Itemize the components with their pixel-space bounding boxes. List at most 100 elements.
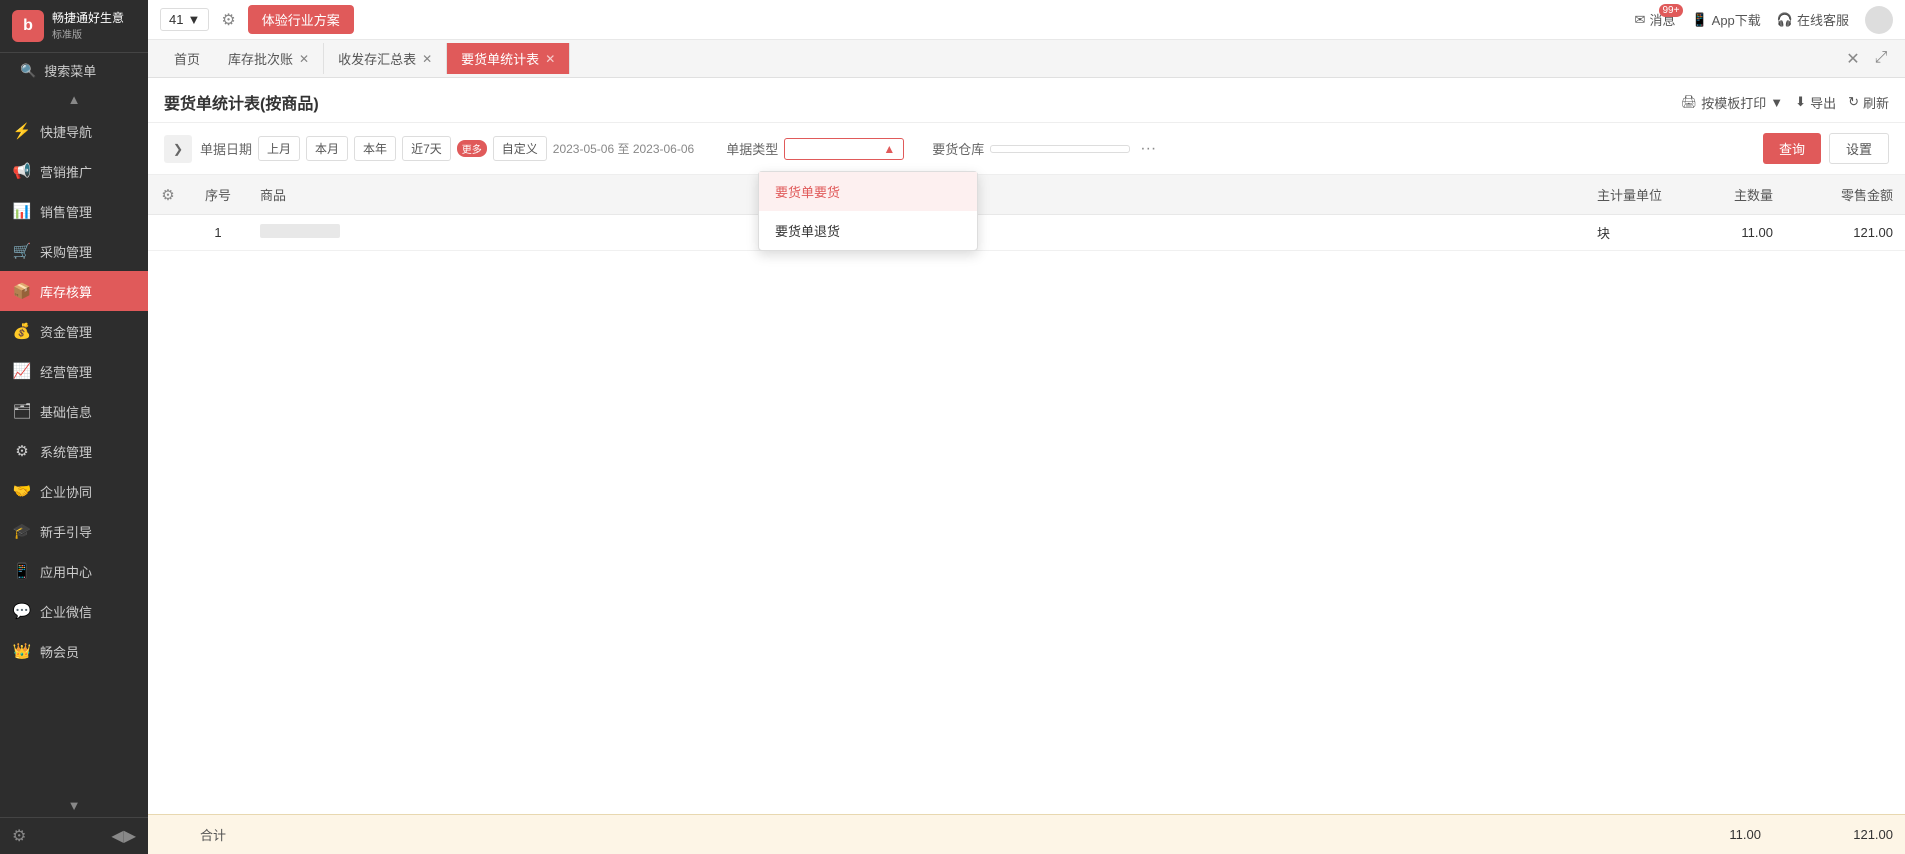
date-btn-this-month[interactable]: 本月 (306, 136, 348, 161)
collapse-icon[interactable]: ◀▶ (111, 826, 136, 846)
coop-icon: 🤝 (12, 481, 32, 501)
type-filter-label: 单据类型 (726, 139, 778, 158)
date-range-display: 2023-05-06 至 2023-06-06 (553, 140, 694, 157)
sidebar-item-operation[interactable]: 📈 经营管理 (0, 351, 148, 391)
settings-gear-icon[interactable]: ⚙ (12, 826, 26, 846)
sidebar-item-marketing[interactable]: 📢 营销推广 (0, 151, 148, 191)
date-btn-7days[interactable]: 近7天 (402, 136, 451, 161)
tab-close-order-stat[interactable]: ✕ (545, 52, 555, 66)
page-title: 要货单统计表(按商品) (164, 90, 319, 114)
download-icon: 📱 (1691, 12, 1707, 28)
footer-label: 合计 (160, 825, 226, 844)
chevron-down-icon: ▼ (187, 12, 200, 27)
refresh-btn[interactable]: ↻ 刷新 (1848, 93, 1889, 112)
dropdown-item-order-return[interactable]: 要货单退货 (759, 211, 977, 250)
sidebar-search[interactable]: 🔍 搜索菜单 (0, 53, 148, 88)
app-icon: 📱 (12, 561, 32, 581)
refresh-icon: ↻ (1848, 94, 1859, 110)
data-table-wrapper: ⚙ 序号 商品 主计量单位 主数量 零售金额 1 (148, 175, 1905, 814)
print-icon: 🖨 (1681, 94, 1698, 110)
member-icon: 👑 (12, 641, 32, 661)
sidebar-item-guide[interactable]: 🎓 新手引导 (0, 511, 148, 551)
type-select[interactable]: ▲ (784, 138, 904, 160)
filter-collapse-btn[interactable]: ❯ (164, 135, 192, 163)
settings-filter-btn[interactable]: 设置 (1829, 133, 1889, 164)
guide-icon: 🎓 (12, 521, 32, 541)
expand-window-btn[interactable]: ⤢ (1869, 49, 1893, 69)
sidebar-item-wechat[interactable]: 💬 企业微信 (0, 591, 148, 631)
tab-order-stat[interactable]: 要货单统计表 ✕ (447, 43, 570, 74)
service-icon: 🎧 (1777, 12, 1793, 28)
filter-more-icon[interactable]: ··· (1140, 140, 1156, 158)
dropdown-item-order-goods[interactable]: 要货单要货 (759, 172, 977, 211)
th-unit: 主计量单位 (1585, 175, 1685, 215)
message-btn[interactable]: ✉ 消息 99+ (1635, 10, 1676, 29)
tab-home[interactable]: 首页 (160, 43, 214, 74)
tab-close-inventory-batch[interactable]: ✕ (299, 52, 309, 66)
warehouse-select[interactable] (990, 145, 1130, 153)
page-header-actions: 🖨 按模板打印 ▼ ⬇ 导出 ↻ 刷新 (1681, 93, 1889, 112)
sidebar-item-finance[interactable]: 💰 资金管理 (0, 311, 148, 351)
industry-btn[interactable]: 体验行业方案 (248, 5, 354, 34)
table-settings-icon[interactable]: ⚙ (161, 187, 174, 204)
sidebar: b 畅捷通好生意 标准版 🔍 搜索菜单 ▲ ⚡ 快捷导航 📢 营销推广 📊 销售… (0, 0, 148, 854)
collapse-arrow-icon: ❯ (173, 142, 183, 156)
export-icon: ⬇ (1795, 94, 1806, 110)
type-select-arrow-icon: ▲ (883, 142, 895, 156)
user-avatar[interactable] (1865, 6, 1893, 34)
page-content: 要货单统计表(按商品) 🖨 按模板打印 ▼ ⬇ 导出 ↻ 刷新 (148, 78, 1905, 854)
sidebar-nav: ⚡ 快捷导航 📢 营销推广 📊 销售管理 🛒 采购管理 📦 库存核算 💰 资金管… (0, 111, 148, 794)
marketing-icon: 📢 (12, 161, 32, 181)
warehouse-filter-label: 要货仓库 (932, 139, 984, 158)
th-qty: 主数量 (1685, 175, 1785, 215)
message-icon: ✉ (1635, 12, 1646, 28)
online-service-btn[interactable]: 🎧 在线客服 (1777, 10, 1849, 29)
table-footer: 合计 11.00 121.00 (148, 814, 1905, 854)
branch-selector[interactable]: 41 ▼ (160, 8, 209, 31)
tab-close-receive-summary[interactable]: ✕ (422, 52, 432, 66)
tab-receive-summary[interactable]: 收发存汇总表 ✕ (324, 43, 447, 74)
app-download-btn[interactable]: 📱 App下载 (1691, 10, 1760, 29)
td-amount: 121.00 (1785, 215, 1905, 251)
sidebar-scroll-up[interactable]: ▲ (0, 88, 148, 111)
sidebar-item-shortcut[interactable]: ⚡ 快捷导航 (0, 111, 148, 151)
td-num: 1 (188, 215, 248, 251)
topbar-gear-icon[interactable]: ⚙ (221, 10, 235, 30)
sales-icon: 📊 (12, 201, 32, 221)
date-btn-this-year[interactable]: 本年 (354, 136, 396, 161)
th-settings: ⚙ (148, 175, 188, 215)
export-btn[interactable]: ⬇ 导出 (1795, 93, 1836, 112)
sidebar-bottom: ⚙ ◀▶ (0, 817, 148, 854)
date-btn-last-month[interactable]: 上月 (258, 136, 300, 161)
data-table: ⚙ 序号 商品 主计量单位 主数量 零售金额 1 (148, 175, 1905, 251)
sidebar-item-purchase[interactable]: 🛒 采购管理 (0, 231, 148, 271)
sidebar-item-sales[interactable]: 📊 销售管理 (0, 191, 148, 231)
sidebar-item-basic[interactable]: 🗂 基础信息 (0, 391, 148, 431)
td-unit: 块 (1585, 215, 1685, 251)
sidebar-item-inventory[interactable]: 📦 库存核算 (0, 271, 148, 311)
date-filter-label: 单据日期 (200, 139, 252, 158)
window-controls: ✕ ⤢ (1841, 49, 1893, 69)
td-qty: 11.00 (1685, 215, 1785, 251)
sidebar-item-coop[interactable]: 🤝 企业协同 (0, 471, 148, 511)
th-amount: 零售金额 (1785, 175, 1905, 215)
tab-bar: 首页 库存批次账 ✕ 收发存汇总表 ✕ 要货单统计表 ✕ ✕ ⤢ (148, 40, 1905, 78)
more-dates-badge[interactable]: 更多 (457, 140, 487, 157)
tab-inventory-batch[interactable]: 库存批次账 ✕ (214, 43, 324, 74)
table-header-row: ⚙ 序号 商品 主计量单位 主数量 零售金额 (148, 175, 1905, 215)
sidebar-item-system[interactable]: ⚙ 系统管理 (0, 431, 148, 471)
system-icon: ⚙ (12, 441, 32, 461)
close-window-btn[interactable]: ✕ (1841, 49, 1865, 69)
sidebar-item-member[interactable]: 👑 畅会员 (0, 631, 148, 671)
print-btn[interactable]: 🖨 按模板打印 ▼ (1681, 93, 1783, 112)
date-btn-custom[interactable]: 自定义 (493, 136, 547, 161)
footer-amount: 121.00 (1773, 827, 1893, 842)
purchase-icon: 🛒 (12, 241, 32, 261)
sidebar-scroll-down[interactable]: ▼ (0, 794, 148, 817)
topbar-right: ✉ 消息 99+ 📱 App下载 🎧 在线客服 (1635, 6, 1893, 34)
app-name: 畅捷通好生意 标准版 (52, 11, 124, 42)
query-btn[interactable]: 查询 (1763, 133, 1821, 164)
date-filter-group: 单据日期 上月 本月 本年 近7天 更多 自定义 2023-05-06 至 20… (200, 136, 694, 161)
filter-actions: 查询 设置 (1763, 133, 1889, 164)
sidebar-item-app[interactable]: 📱 应用中心 (0, 551, 148, 591)
